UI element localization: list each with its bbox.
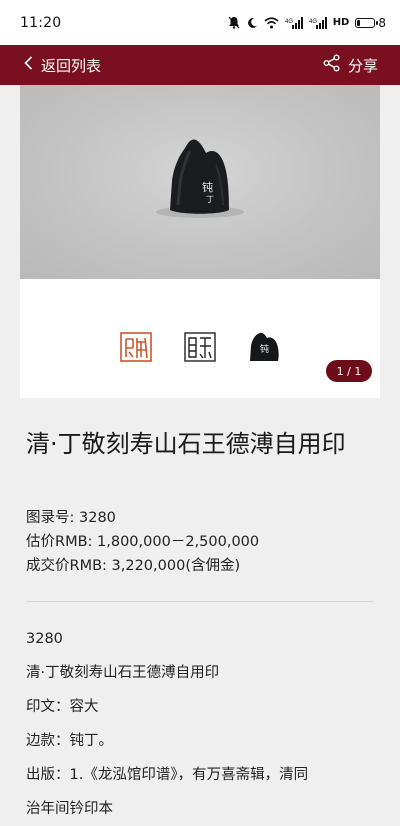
share-button[interactable]: 分享 [323,54,378,76]
detail-side-inscription: 边款：钝丁。 [26,733,113,749]
thumbnail-strip: 钝 [20,330,380,370]
thumbnail-seal-impression-red[interactable] [119,330,153,364]
battery-indicator: 8 [355,16,386,30]
detail-publication-continued: 治年间钤印本 [26,801,113,817]
lot-title: 清·丁敬刻寿山石王德溥自用印 [26,430,346,458]
back-label: 返回列表 [41,56,102,75]
section-divider [26,601,374,602]
battery-level: 8 [378,15,386,30]
nav-bar: 返回列表 分享 [0,45,400,85]
back-to-list-button[interactable]: 返回列表 [24,55,101,76]
share-label: 分享 [347,56,378,75]
network-label: 4G [285,19,293,25]
detail-publication: 出版：1.《龙泓馆印谱》，有万喜斋辑，清同 [26,767,309,783]
signal-icon: 4G [285,16,303,29]
wifi-icon [264,16,279,29]
mute-icon [228,16,240,29]
network-label: 4G [309,19,317,25]
chevron-left-icon [24,56,33,74]
detail-lot-number: 3280 [26,631,63,647]
svg-text:钝: 钝 [260,343,269,355]
svg-text:丁: 丁 [206,195,214,204]
thumbnail-seal-stone[interactable]: 钝 [247,330,281,364]
thumbnail-seal-impression-black[interactable] [183,330,217,364]
battery-icon [355,17,379,28]
svg-text:钝: 钝 [202,180,213,194]
sold-price: 成交价RMB: 3,220,000(含佣金) [26,558,241,574]
share-icon [323,54,340,76]
status-time: 11:20 [20,14,62,31]
signal-icon: 4G [309,16,327,29]
lot-details: 3280 清·丁敬刻寿山石王德溥自用印 印文：容大 边款：钝丁。 出版：1.《龙… [26,622,381,826]
main-seal-photo[interactable]: 钝 丁 [20,85,380,279]
estimate-price: 估价RMB: 1,800,000－2,500,000 [26,534,260,550]
lot-meta: 图录号: 3280 估价RMB: 1,800,000－2,500,000 成交价… [26,506,376,578]
hd-icon: HD [332,17,350,28]
image-gallery: 钝 丁 钝 1 / 1 [20,85,380,398]
status-bar: 11:20 4G 4G HD 8 [0,0,400,45]
detail-lot-name: 清·丁敬刻寿山石王德溥自用印 [26,665,220,681]
moon-icon [246,17,258,29]
status-icons: 4G 4G HD 8 [228,16,386,30]
catalog-number: 图录号: 3280 [26,510,116,526]
page-indicator: 1 / 1 [326,360,372,382]
detail-seal-text: 印文：容大 [26,699,99,715]
